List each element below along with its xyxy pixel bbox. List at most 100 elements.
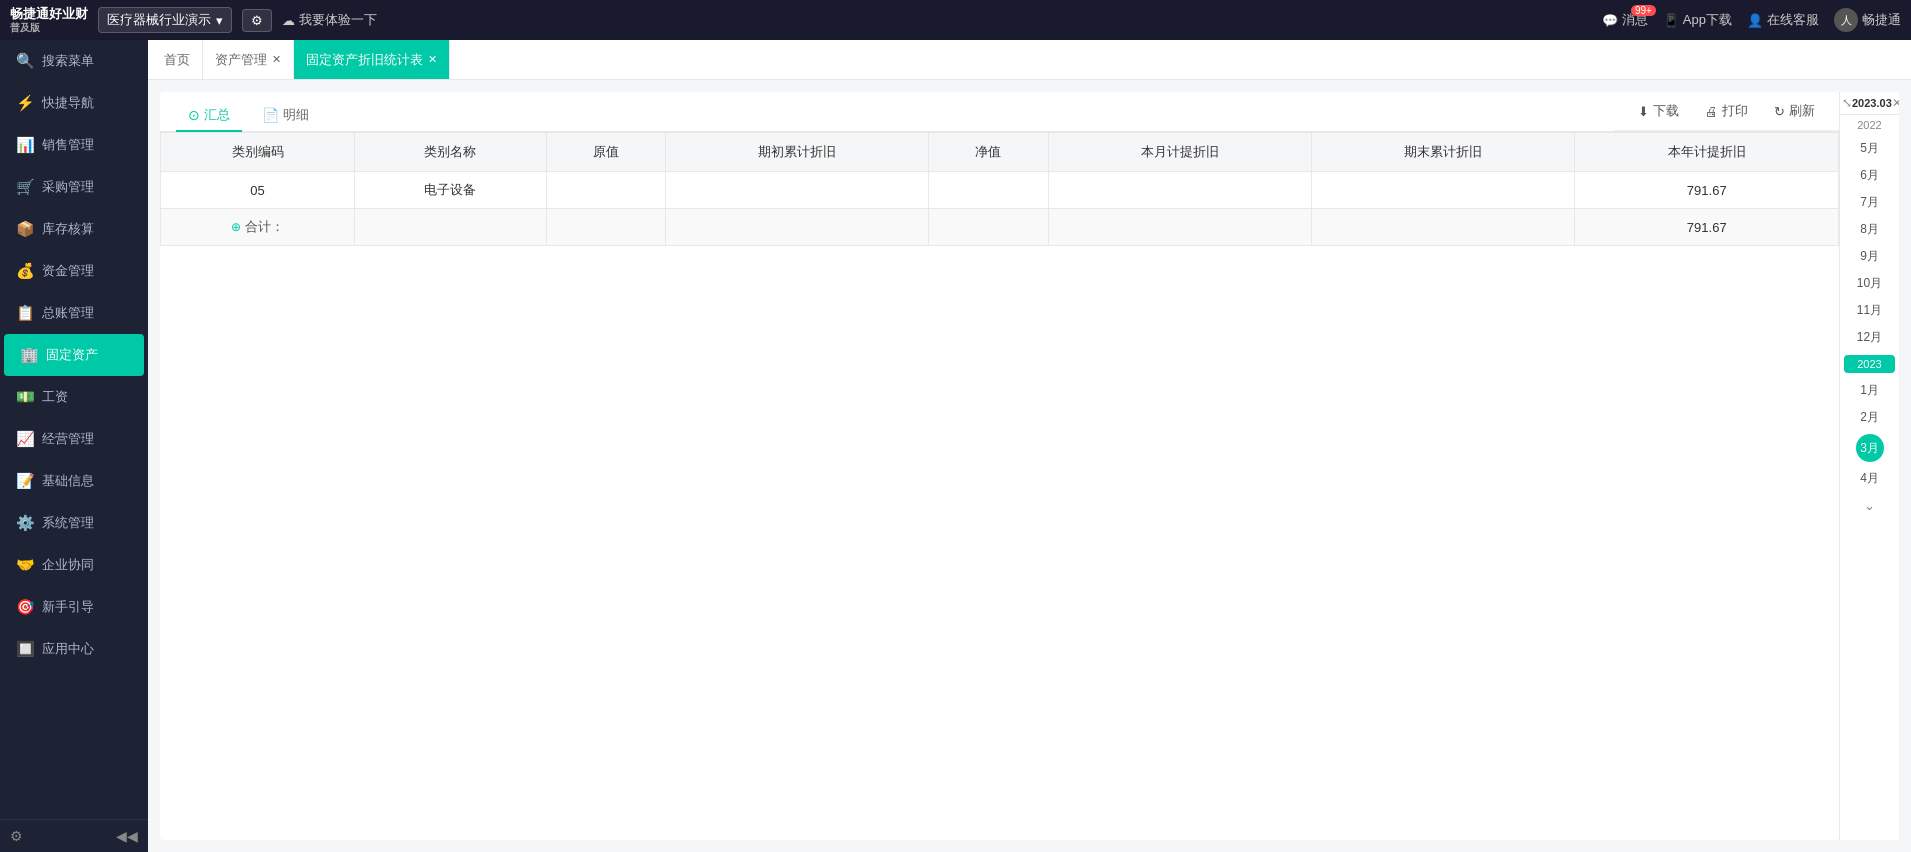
payroll-icon: 💵 [16, 388, 34, 406]
col-header-category_name: 类别名称 [355, 133, 546, 172]
refresh-icon: ↻ [1774, 104, 1785, 119]
enterprise-icon: 🤝 [16, 556, 34, 574]
fixed_assets-icon: 🏢 [20, 346, 38, 364]
sidebar-item-search[interactable]: 🔍 搜索菜单 [0, 40, 148, 82]
sidebar-item-sales[interactable]: 📊 销售管理 [0, 124, 148, 166]
total-cell-current_month_depr [1048, 209, 1311, 246]
print-button[interactable]: 🖨 打印 [1697, 99, 1756, 123]
main-layout: 🔍 搜索菜单 ⚡ 快捷导航 📊 销售管理 🛒 采购管理 📦 库存核算 💰 资金管… [0, 40, 1911, 852]
chevron-down-icon: ⌄ [1864, 498, 1875, 513]
user-profile[interactable]: 人 畅捷通 [1834, 8, 1901, 32]
sidebar-item-system[interactable]: ⚙️ 系统管理 [0, 502, 148, 544]
sidebar-item-enterprise[interactable]: 🤝 企业协同 [0, 544, 148, 586]
tab-close-depreciation_table[interactable]: ✕ [428, 53, 437, 66]
expand-icon[interactable]: ⤡ [1842, 96, 1852, 110]
gear-icon: ⚙ [251, 13, 263, 28]
month-9月[interactable]: 9月 [1840, 243, 1899, 270]
inventory-icon: 📦 [16, 220, 34, 238]
sidebar-item-label: 快捷导航 [42, 94, 94, 112]
sub-tab-detail[interactable]: 📄 明细 [250, 100, 321, 132]
sidebar-item-payroll[interactable]: 💵 工资 [0, 376, 148, 418]
sidebar-item-operations[interactable]: 📈 经营管理 [0, 418, 148, 460]
summary-icon: ⊙ [188, 107, 200, 123]
close-date-panel-icon[interactable]: ✕ [1892, 96, 1899, 110]
sidebar: 🔍 搜索菜单 ⚡ 快捷导航 📊 销售管理 🛒 采购管理 📦 库存核算 💰 资金管… [0, 40, 148, 852]
month-6月[interactable]: 6月 [1840, 162, 1899, 189]
sidebar-item-basic_info[interactable]: 📝 基础信息 [0, 460, 148, 502]
col-header-current_month_depr: 本月计提折旧 [1048, 133, 1311, 172]
month-7月[interactable]: 7月 [1840, 189, 1899, 216]
tab-depreciation_table[interactable]: 固定资产折旧统计表 ✕ [294, 40, 450, 79]
detail-icon: 📄 [262, 107, 279, 123]
cell-original_value [546, 172, 665, 209]
sub-tab-summary[interactable]: ⊙ 汇总 [176, 100, 242, 132]
settings-footer-icon[interactable]: ⚙ [10, 828, 23, 844]
sidebar-item-purchase[interactable]: 🛒 采购管理 [0, 166, 148, 208]
tab-close-assets_mgmt[interactable]: ✕ [272, 53, 281, 66]
sidebar-item-funds[interactable]: 💰 资金管理 [0, 250, 148, 292]
sidebar-item-label: 搜索菜单 [42, 52, 94, 70]
refresh-button[interactable]: ↻ 刷新 [1766, 99, 1823, 123]
header-right: 💬 消息 99+ 📱 App下载 👤 在线客服 人 畅捷通 [1602, 8, 1901, 32]
month-8月[interactable]: 8月 [1840, 216, 1899, 243]
month-12月[interactable]: 12月 [1840, 324, 1899, 351]
total-cell-category_code: ⊕合计： [161, 209, 355, 246]
col-header-net_value: 净值 [929, 133, 1048, 172]
service-icon: 👤 [1747, 13, 1763, 28]
month-2023-2月[interactable]: 2月 [1840, 404, 1899, 431]
sidebar-item-label: 应用中心 [42, 640, 94, 658]
settings-button[interactable]: ⚙ [242, 9, 272, 32]
month-5月[interactable]: 5月 [1840, 135, 1899, 162]
app-download-button[interactable]: 📱 App下载 [1663, 11, 1732, 29]
online-service-button[interactable]: 👤 在线客服 [1747, 11, 1819, 29]
sidebar-item-label: 基础信息 [42, 472, 94, 490]
month-11月[interactable]: 11月 [1840, 297, 1899, 324]
content-area: 首页资产管理✕ 固定资产折旧统计表 ✕ ⊙ 汇总 📄 明细 ⬇ 下载 [148, 40, 1911, 852]
toolbar: ⬇ 下载 🖨 打印 ↻ 刷新 [1614, 92, 1839, 131]
sidebar-item-label: 库存核算 [42, 220, 94, 238]
tab-bar: 首页资产管理✕ 固定资产折旧统计表 ✕ [148, 40, 1911, 80]
table-header: 类别编码类别名称原值期初累计折旧净值本月计提折旧期末累计折旧本年计提折旧 [161, 133, 1839, 172]
messages-button[interactable]: 💬 消息 99+ [1602, 11, 1648, 29]
cell-current_year_depr: 791.67 [1575, 172, 1839, 209]
date-nav-down[interactable]: ⌄ [1840, 492, 1899, 519]
sub-tab-label: 明细 [283, 106, 309, 124]
download-button[interactable]: ⬇ 下载 [1630, 99, 1687, 123]
sidebar-footer: ⚙ ◀◀ [0, 819, 148, 852]
col-header-period_begin_accum_depr: 期初累计折旧 [665, 133, 928, 172]
sidebar-item-label: 新手引导 [42, 598, 94, 616]
total-icon: ⊕ [231, 220, 241, 234]
avatar: 人 [1834, 8, 1858, 32]
sidebar-item-fixed_assets[interactable]: 🏢 固定资产 [4, 334, 144, 376]
month-10月[interactable]: 10月 [1840, 270, 1899, 297]
sidebar-item-guide[interactable]: 🎯 新手引导 [0, 586, 148, 628]
message-badge: 99+ [1631, 5, 1656, 16]
sales-icon: 📊 [16, 136, 34, 154]
sidebar-scroll: 🔍 搜索菜单 ⚡ 快捷导航 📊 销售管理 🛒 采购管理 📦 库存核算 💰 资金管… [0, 40, 148, 819]
col-header-category_code: 类别编码 [161, 133, 355, 172]
sidebar-item-app_center[interactable]: 🔲 应用中心 [0, 628, 148, 670]
tab-assets_mgmt[interactable]: 资产管理✕ [203, 40, 294, 79]
sub-tab-label: 汇总 [204, 106, 230, 124]
download-icon: ⬇ [1638, 104, 1649, 119]
app-logo: 畅捷通好业财 普及版 [10, 6, 88, 34]
sidebar-item-ledger[interactable]: 📋 总账管理 [0, 292, 148, 334]
experience-button[interactable]: ☁ 我要体验一下 [282, 11, 377, 29]
month-2023-3月[interactable]: 3月 [1856, 434, 1884, 462]
tab-label: 固定资产折旧统计表 [306, 51, 423, 69]
sidebar-item-quicknav[interactable]: ⚡ 快捷导航 [0, 82, 148, 124]
date-panel: ⤡ 2023.03 ✕ 20225月6月7月8月9月10月11月12月20231… [1839, 92, 1899, 840]
chevron-down-icon: ▾ [216, 13, 223, 28]
month-2023-1月[interactable]: 1月 [1840, 377, 1899, 404]
sidebar-item-inventory[interactable]: 📦 库存核算 [0, 208, 148, 250]
operations-icon: 📈 [16, 430, 34, 448]
company-selector[interactable]: 医疗器械行业演示 ▾ [98, 7, 232, 33]
tab-home[interactable]: 首页 [164, 40, 203, 79]
purchase-icon: 🛒 [16, 178, 34, 196]
month-2023-4月[interactable]: 4月 [1840, 465, 1899, 492]
sub-tabs: ⊙ 汇总 📄 明细 [160, 92, 1614, 131]
basic_info-icon: 📝 [16, 472, 34, 490]
sidebar-item-label: 销售管理 [42, 136, 94, 154]
collapse-icon[interactable]: ◀◀ [116, 828, 138, 844]
col-header-period_end_accum_depr: 期末累计折旧 [1311, 133, 1574, 172]
